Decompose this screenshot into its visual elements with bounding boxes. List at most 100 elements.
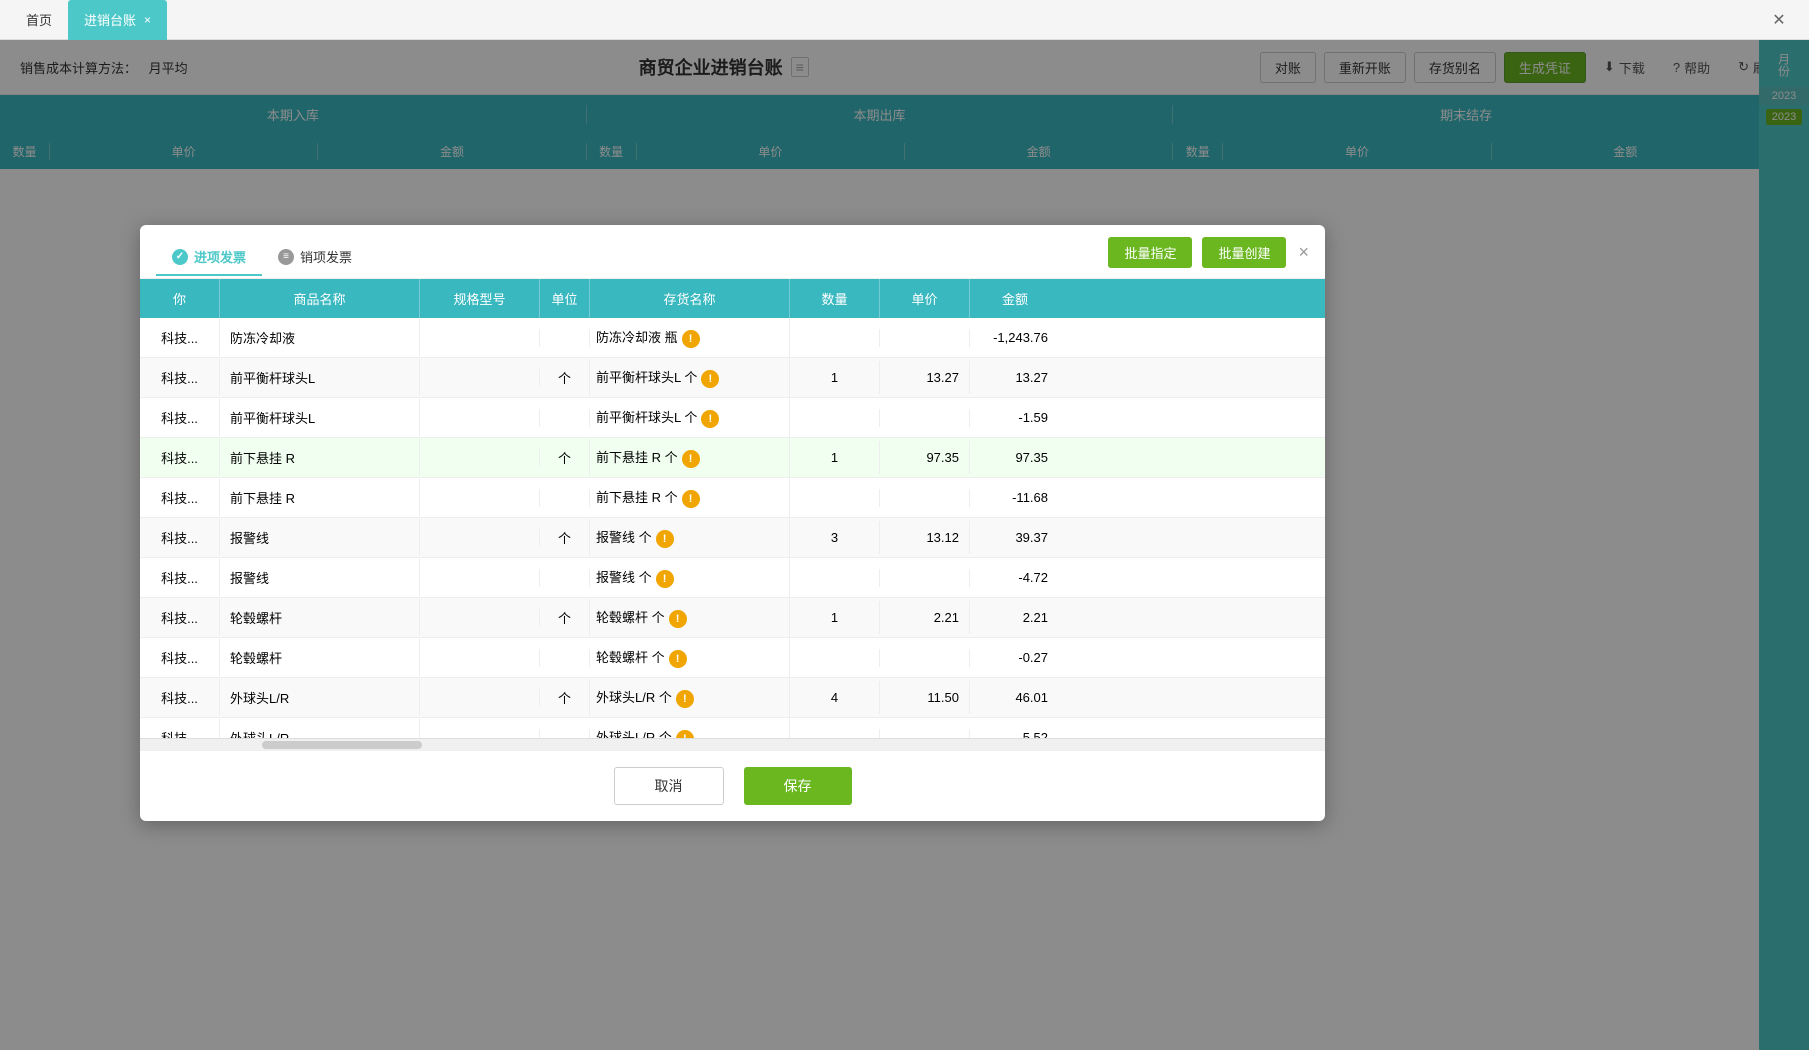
col-spec: 规格型号 <box>420 279 540 318</box>
purchase-tab-icon: ✓ <box>172 249 188 265</box>
active-tab[interactable]: 进销台账 × <box>68 0 167 40</box>
cancel-button[interactable]: 取消 <box>614 767 724 805</box>
cell-price <box>880 569 970 587</box>
table-row[interactable]: 科技... 外球头L/R 外球头L/R 个! -5.52 <box>140 718 1325 738</box>
table-row[interactable]: 科技... 前下悬挂 R 个 前下悬挂 R 个! 1 97.35 97.35 <box>140 438 1325 478</box>
cell-qty <box>790 489 880 507</box>
cell-unit: 个 <box>540 519 590 556</box>
cell-qty <box>790 409 880 427</box>
cell-product: 前下悬挂 R <box>220 479 420 516</box>
cell-amount: -4.72 <box>970 561 1060 594</box>
cell-unit: 个 <box>540 439 590 476</box>
cell-amount: 39.37 <box>970 521 1060 554</box>
cell-product: 前下悬挂 R <box>220 439 420 476</box>
cell-inventory: 报警线 个! <box>590 558 790 597</box>
cell-inventory: 前下悬挂 R 个! <box>590 478 790 517</box>
cell-product: 外球头L/R <box>220 679 420 716</box>
warning-icon: ! <box>669 610 687 628</box>
window-close-button[interactable]: ✕ <box>1759 0 1799 40</box>
home-tab[interactable]: 首页 <box>10 0 68 40</box>
cell-product: 轮毂螺杆 <box>220 639 420 676</box>
cell-supplier: 科技... <box>140 399 220 436</box>
cell-spec <box>420 409 540 427</box>
cell-supplier: 科技... <box>140 719 220 738</box>
tab-purchase-invoice[interactable]: ✓ 进项发票 <box>156 239 262 276</box>
warning-icon: ! <box>701 370 719 388</box>
table-row[interactable]: 科技... 前平衡杆球头L 前平衡杆球头L 个! -1.59 <box>140 398 1325 438</box>
tab-sales-invoice[interactable]: ≡ 销项发票 <box>262 239 368 276</box>
batch-create-button[interactable]: 批量创建 <box>1202 237 1286 268</box>
cell-qty: 4 <box>790 681 880 714</box>
cell-qty <box>790 569 880 587</box>
col-inventory: 存货名称 <box>590 279 790 318</box>
table-row[interactable]: 科技... 外球头L/R 个 外球头L/R 个! 4 11.50 46.01 <box>140 678 1325 718</box>
table-row[interactable]: 科技... 防冻冷却液 防冻冷却液 瓶! -1,243.76 <box>140 318 1325 358</box>
cell-spec <box>420 449 540 467</box>
cell-price: 2.21 <box>880 601 970 634</box>
tab-close-icon[interactable]: × <box>144 13 151 27</box>
home-label: 首页 <box>26 10 52 29</box>
cell-product: 报警线 <box>220 519 420 556</box>
cell-unit: 个 <box>540 679 590 716</box>
cell-amount: 13.27 <box>970 361 1060 394</box>
cell-inventory: 外球头L/R 个! <box>590 678 790 717</box>
warning-icon: ! <box>682 450 700 468</box>
table-row[interactable]: 科技... 报警线 个 报警线 个! 3 13.12 39.37 <box>140 518 1325 558</box>
cell-price <box>880 489 970 507</box>
cell-price <box>880 329 970 347</box>
cell-supplier: 科技... <box>140 519 220 556</box>
table-row[interactable]: 科技... 轮毂螺杆 轮毂螺杆 个! -0.27 <box>140 638 1325 678</box>
cell-inventory: 轮毂螺杆 个! <box>590 598 790 637</box>
inventory-name: 前下悬挂 R 个 <box>596 490 678 505</box>
cell-spec <box>420 529 540 547</box>
top-bar: 首页 进销台账 × ✕ <box>0 0 1809 40</box>
scrollbar-thumb[interactable] <box>262 741 422 749</box>
cell-qty <box>790 729 880 739</box>
inventory-name: 防冻冷却液 瓶 <box>596 330 678 345</box>
cell-supplier: 科技... <box>140 359 220 396</box>
col-unit: 单位 <box>540 279 590 318</box>
cell-supplier: 科技... <box>140 439 220 476</box>
cell-amount: 97.35 <box>970 441 1060 474</box>
cell-price <box>880 729 970 739</box>
cell-product: 防冻冷却液 <box>220 319 420 356</box>
cell-spec <box>420 689 540 707</box>
tab-label: 进销台账 <box>84 10 136 29</box>
warning-icon: ! <box>656 530 674 548</box>
cell-spec <box>420 649 540 667</box>
save-button[interactable]: 保存 <box>744 767 852 805</box>
inventory-name: 前平衡杆球头L 个 <box>596 370 697 385</box>
warning-icon: ! <box>669 650 687 668</box>
col-price: 单价 <box>880 279 970 318</box>
cell-price: 13.12 <box>880 521 970 554</box>
inventory-name: 轮毂螺杆 个 <box>596 610 665 625</box>
warning-icon: ! <box>656 570 674 588</box>
cell-supplier: 科技... <box>140 559 220 596</box>
table-header-row: 你 商品名称 规格型号 单位 存货名称 数量 单价 金额 <box>140 279 1325 318</box>
table-row[interactable]: 科技... 前平衡杆球头L 个 前平衡杆球头L 个! 1 13.27 13.27 <box>140 358 1325 398</box>
cell-supplier: 科技... <box>140 639 220 676</box>
col-amount: 金额 <box>970 279 1060 318</box>
col-product: 商品名称 <box>220 279 420 318</box>
cell-spec <box>420 609 540 627</box>
batch-assign-button[interactable]: 批量指定 <box>1108 237 1192 268</box>
col-supplier: 你 <box>140 279 220 318</box>
warning-icon: ! <box>676 690 694 708</box>
modal-close-button[interactable]: × <box>1298 242 1309 273</box>
cell-amount: -1,243.76 <box>970 321 1060 354</box>
cell-inventory: 报警线 个! <box>590 518 790 557</box>
horizontal-scrollbar[interactable] <box>140 738 1325 750</box>
cell-qty: 1 <box>790 361 880 394</box>
cell-amount: 2.21 <box>970 601 1060 634</box>
cell-spec <box>420 569 540 587</box>
inventory-name: 外球头L/R 个 <box>596 690 672 705</box>
table-row[interactable]: 科技... 轮毂螺杆 个 轮毂螺杆 个! 1 2.21 2.21 <box>140 598 1325 638</box>
cell-price <box>880 409 970 427</box>
table-row[interactable]: 科技... 报警线 报警线 个! -4.72 <box>140 558 1325 598</box>
cell-price: 97.35 <box>880 441 970 474</box>
cell-spec <box>420 489 540 507</box>
inventory-name: 前平衡杆球头L 个 <box>596 410 697 425</box>
main-area: 销售成本计算方法： 月平均 商贸企业进销台账 ≡ 对账 重新开账 存货别名 生成… <box>0 40 1809 1050</box>
table-row[interactable]: 科技... 前下悬挂 R 前下悬挂 R 个! -11.68 <box>140 478 1325 518</box>
inventory-name: 外球头L/R 个 <box>596 730 672 738</box>
